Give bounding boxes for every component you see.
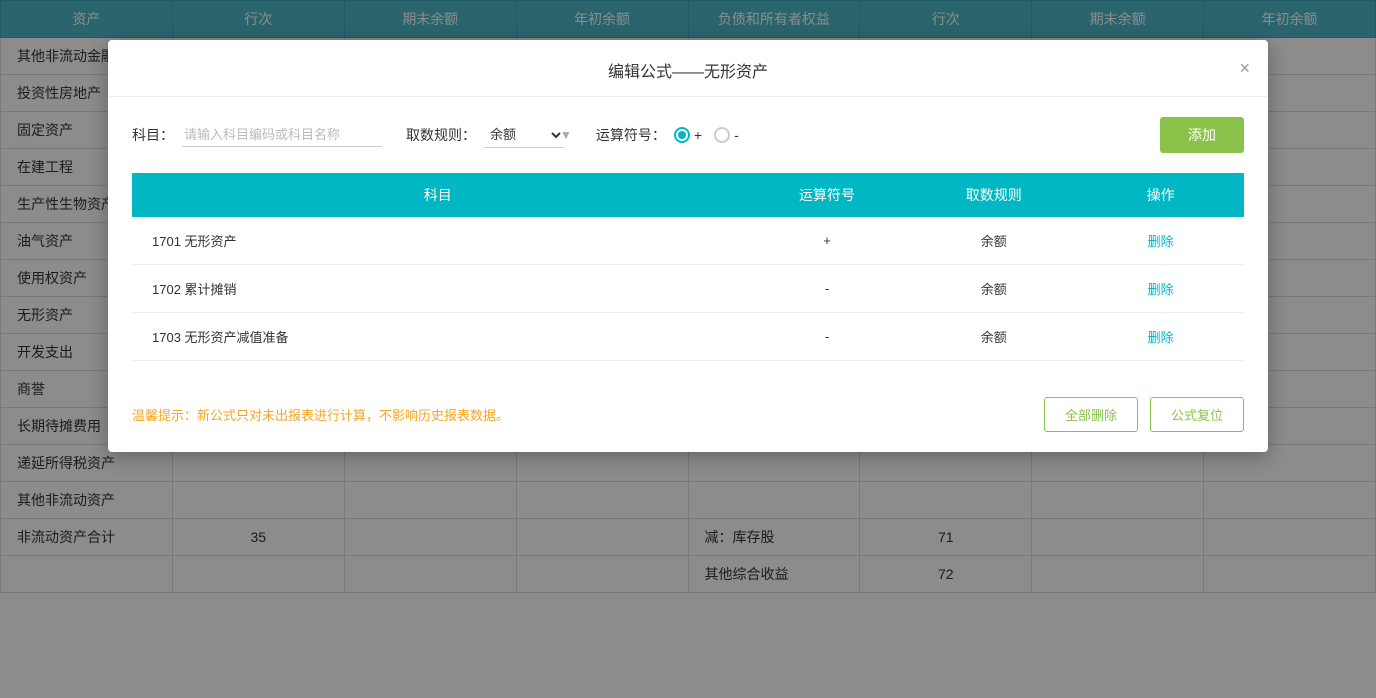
table-header-rule: 取数规则: [910, 173, 1077, 217]
delete-all-button[interactable]: 全部删除: [1044, 397, 1138, 432]
rule-group: 取数规则： 余额 借方发生额 贷方发生额 借方累计 贷方累计 ▼: [406, 122, 572, 148]
footer-buttons: 全部删除 公式复位: [1044, 397, 1244, 432]
subject-group: 科目：: [132, 123, 382, 147]
table-header-subject: 科目: [132, 173, 744, 217]
footer-tip: 温馨提示：新公式只对未出报表进行计算，不影响历史报表数据。: [132, 405, 509, 424]
rule-label: 取数规则：: [406, 125, 476, 145]
modal-overlay: 编辑公式——无形资产 × 科目： 取数规则： 余额 借方发生额 贷方发生额: [0, 0, 1376, 698]
formula-row: 1701 无形资产+余额 删除: [132, 217, 1244, 265]
modal-title: 编辑公式——无形资产: [608, 64, 768, 81]
formula-subject: 1702 累计摊销: [132, 265, 744, 313]
reset-formula-button[interactable]: 公式复位: [1150, 397, 1244, 432]
radio-minus-circle: [714, 127, 730, 143]
formula-row: 1702 累计摊销-余额 删除: [132, 265, 1244, 313]
table-header-operator: 运算符号: [744, 173, 911, 217]
rule-select[interactable]: 余额 借方发生额 贷方发生额 借方累计 贷方累计: [484, 122, 564, 148]
formula-action: 删除: [1077, 217, 1244, 265]
modal-body: 科目： 取数规则： 余额 借方发生额 贷方发生额 借方累计 贷方累计 ▼: [108, 97, 1268, 381]
formula-operator: +: [744, 217, 911, 265]
modal-footer: 温馨提示：新公式只对未出报表进行计算，不影响历史报表数据。 全部删除 公式复位: [108, 381, 1268, 452]
delete-row-1-button[interactable]: 删除: [1148, 279, 1174, 298]
formula-action: 删除: [1077, 313, 1244, 361]
formula-rule: 余额: [910, 265, 1077, 313]
formula-row: 1703 无形资产减值准备-余额 删除: [132, 313, 1244, 361]
formula-table: 科目 运算符号 取数规则 操作 1701 无形资产+余额删除1702 累计摊销-…: [132, 173, 1244, 361]
formula-operator: -: [744, 313, 911, 361]
delete-row-2-button[interactable]: 删除: [1148, 327, 1174, 346]
formula-subject: 1703 无形资产减值准备: [132, 313, 744, 361]
formula-rule: 余额: [910, 217, 1077, 265]
formula-action: 删除: [1077, 265, 1244, 313]
operator-group: 运算符号： + -: [596, 125, 739, 145]
table-header-action: 操作: [1077, 173, 1244, 217]
rule-select-wrapper: 余额 借方发生额 贷方发生额 借方累计 贷方累计 ▼: [484, 122, 572, 148]
add-button[interactable]: 添加: [1160, 117, 1244, 153]
radio-plus-circle: [674, 127, 690, 143]
radio-plus[interactable]: +: [674, 127, 702, 143]
modal-dialog: 编辑公式——无形资产 × 科目： 取数规则： 余额 借方发生额 贷方发生额: [108, 40, 1268, 452]
formula-subject: 1701 无形资产: [132, 217, 744, 265]
radio-minus[interactable]: -: [714, 127, 739, 143]
radio-minus-label: -: [734, 127, 739, 143]
modal-close-button[interactable]: ×: [1239, 59, 1250, 77]
subject-label: 科目：: [132, 125, 174, 145]
delete-row-0-button[interactable]: 删除: [1148, 231, 1174, 250]
radio-plus-label: +: [694, 127, 702, 143]
form-row: 科目： 取数规则： 余额 借方发生额 贷方发生额 借方累计 贷方累计 ▼: [132, 117, 1244, 153]
formula-operator: -: [744, 265, 911, 313]
radio-group: + -: [674, 127, 739, 143]
select-arrow-icon: ▼: [560, 128, 572, 142]
modal-header: 编辑公式——无形资产 ×: [108, 40, 1268, 97]
operator-label: 运算符号：: [596, 125, 666, 145]
subject-input[interactable]: [182, 123, 382, 147]
formula-rule: 余额: [910, 313, 1077, 361]
